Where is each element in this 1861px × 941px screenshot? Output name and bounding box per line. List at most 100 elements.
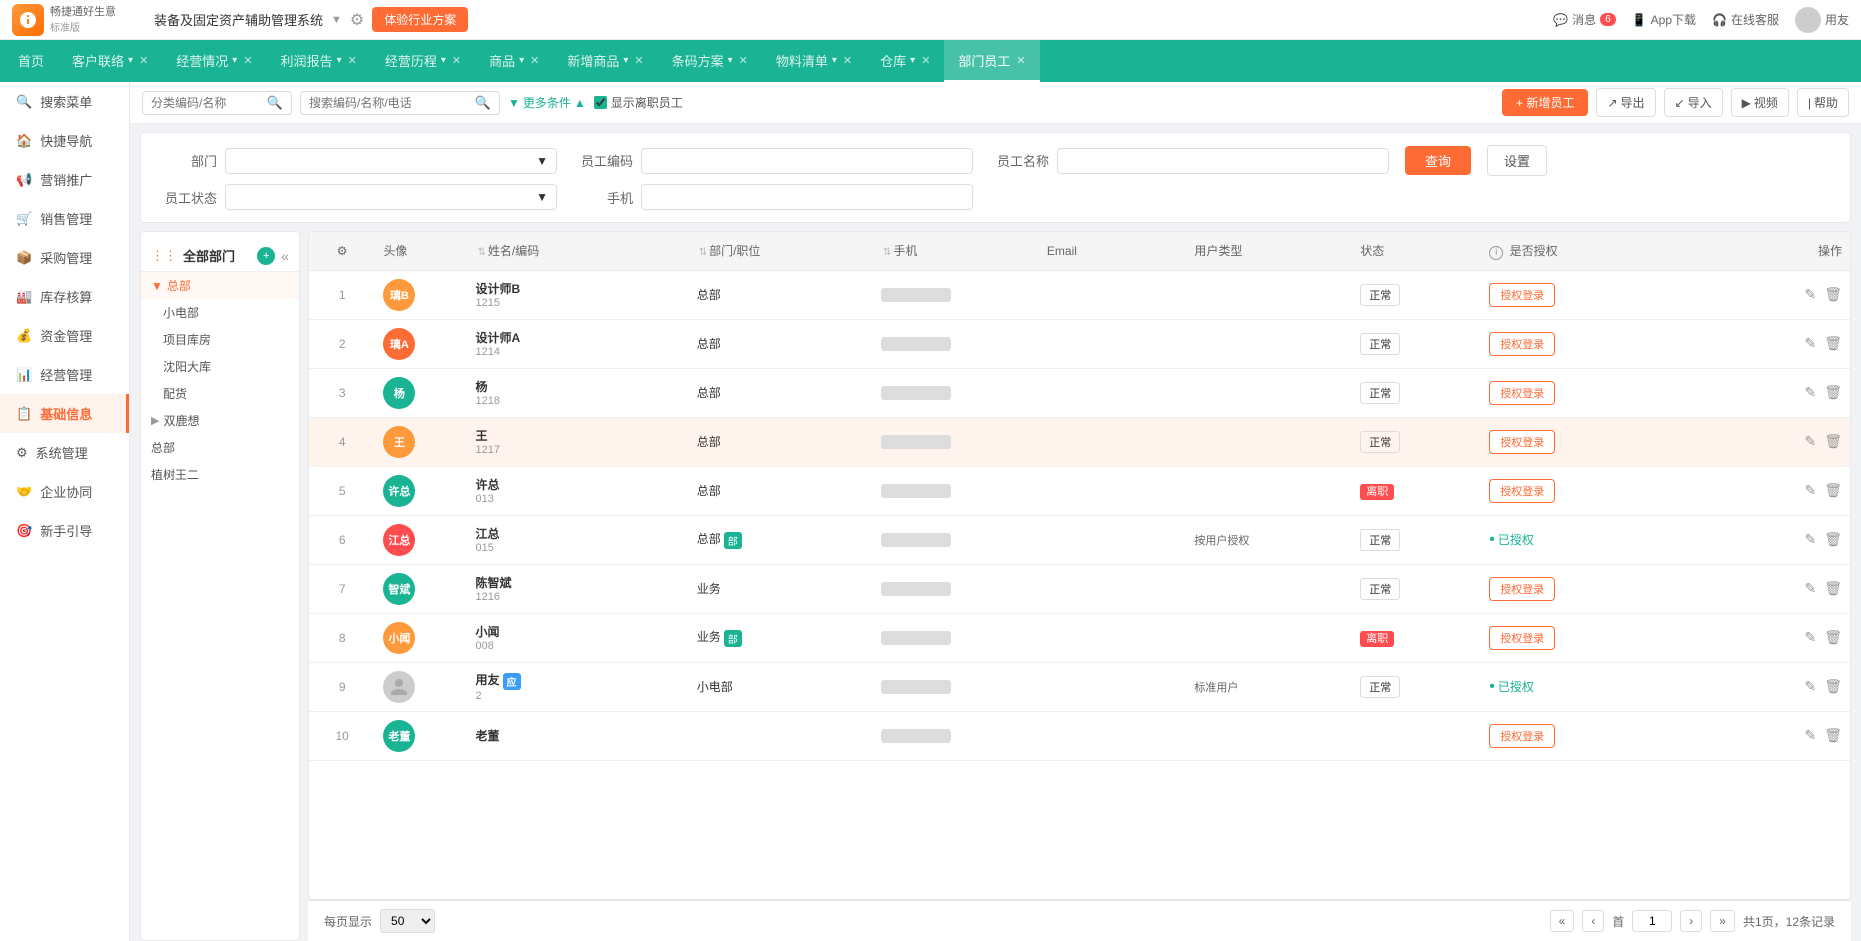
delete-icon[interactable]: 🗑 [1824,727,1842,744]
messages-button[interactable]: 💬 消息 6 [1553,11,1616,28]
close-tab-warehouse[interactable]: ✕ [921,54,930,67]
classify-search-box[interactable]: 🔍 [142,91,292,115]
sidebar-item-purchase[interactable]: 📦 采购管理 [0,238,129,277]
edit-icon[interactable]: ✎ [1804,678,1816,695]
dept-node-distribution[interactable]: 配货 [141,380,299,407]
dept-node-xiao-dian[interactable]: 小电部 [141,299,299,326]
close-tab-profit[interactable]: ✕ [348,54,357,67]
code-input[interactable] [641,148,973,174]
edit-icon[interactable]: ✎ [1804,629,1816,646]
app-download-button[interactable]: 📱 App下载 [1632,11,1696,28]
filter-settings-button[interactable]: 设置 [1487,145,1547,176]
sidebar-item-collab[interactable]: 🤝 企业协同 [0,472,129,511]
close-tab-journey[interactable]: ✕ [452,54,461,67]
dept-add-icon[interactable]: + [257,247,275,265]
last-page-button[interactable]: » [1710,910,1735,932]
prev-page-button[interactable]: ‹ [1582,910,1604,932]
sidebar-item-system[interactable]: ⚙ 系统管理 [0,433,129,472]
tab-customer[interactable]: 客户联络▾✕ [58,40,162,82]
per-page-select[interactable]: 50 100 [380,909,435,933]
tab-add-goods[interactable]: 新增商品▾✕ [553,40,657,82]
view-button[interactable]: ▶ 视频 [1731,88,1789,117]
phone-input[interactable] [641,184,973,210]
auth-button[interactable]: 授权登录 [1489,724,1555,748]
more-conditions-button[interactable]: ▼ 更多条件 ▲ [508,94,586,111]
delete-icon[interactable]: 🗑 [1824,629,1842,646]
sidebar-item-sales[interactable]: 🛒 销售管理 [0,199,129,238]
edit-icon[interactable]: ✎ [1804,531,1816,548]
tab-staff[interactable]: 部门员工✕ [944,40,1039,82]
edit-icon[interactable]: ✎ [1804,482,1816,499]
sidebar-item-basic-info[interactable]: 📋 基础信息 [0,394,129,433]
classify-input[interactable] [151,96,263,110]
dept-node-project[interactable]: 项目库房 [141,326,299,353]
query-button[interactable]: 查询 [1405,146,1471,175]
status-select[interactable]: ▼ [225,184,557,210]
auth-info-icon[interactable]: i [1489,246,1503,260]
settings-gear-icon[interactable]: ⚙ [350,10,364,30]
delete-icon[interactable]: 🗑 [1824,286,1842,303]
next-page-button[interactable]: › [1680,910,1702,932]
auth-button[interactable]: 授权登录 [1489,626,1555,650]
auth-button[interactable]: 授权登录 [1489,381,1555,405]
auth-button[interactable]: 授权登录 [1489,332,1555,356]
delete-icon[interactable]: 🗑 [1824,384,1842,401]
tab-journey[interactable]: 经营历程▾✕ [371,40,475,82]
first-page-button[interactable]: « [1550,910,1575,932]
edit-icon[interactable]: ✎ [1804,384,1816,401]
dept-node-double-deer[interactable]: ▶ 双鹿想 [141,407,299,434]
import-button[interactable]: ↙ 导入 [1664,88,1723,117]
th-name[interactable]: ⇅姓名/编码 [468,232,689,270]
dept-node-shenyang[interactable]: 沈阳大库 [141,353,299,380]
help-button[interactable]: | 帮助 [1797,88,1849,117]
show-resigned-input[interactable] [594,96,607,109]
tab-warehouse[interactable]: 仓库▾✕ [866,40,944,82]
online-service-button[interactable]: 🎧 在线客服 [1712,11,1779,28]
phone-search-box[interactable]: 🔍 [300,91,500,115]
add-employee-button[interactable]: + 新增员工 [1502,89,1588,116]
dept-node-plant-king[interactable]: 植树王二 [141,461,299,488]
trial-button[interactable]: 体验行业方案 [372,7,468,32]
sidebar-item-quick-nav[interactable]: 🏠 快捷导航 [0,121,129,160]
show-resigned-checkbox[interactable]: 显示离职员工 [594,94,683,111]
edit-icon[interactable]: ✎ [1804,286,1816,303]
th-settings[interactable]: ⚙ [309,232,375,270]
tab-bom[interactable]: 物料清单▾✕ [762,40,866,82]
delete-icon[interactable]: 🗑 [1824,335,1842,352]
auth-button[interactable]: 授权登录 [1489,430,1555,454]
close-tab-customer[interactable]: ✕ [139,54,148,67]
auth-button[interactable]: 授权登录 [1489,283,1555,307]
tab-goods[interactable]: 商品▾✕ [475,40,553,82]
delete-icon[interactable]: 🗑 [1824,531,1842,548]
user-avatar-button[interactable]: 用友 [1795,7,1849,33]
delete-icon[interactable]: 🗑 [1824,482,1842,499]
close-tab-add-goods[interactable]: ✕ [634,54,643,67]
delete-icon[interactable]: 🗑 [1824,580,1842,597]
system-dropdown-icon[interactable]: ▼ [331,14,342,26]
close-tab-staff[interactable]: ✕ [1016,54,1025,67]
tab-operation[interactable]: 经营情况▾✕ [162,40,266,82]
phone-search-input[interactable] [309,96,471,110]
close-tab-goods[interactable]: ✕ [530,54,539,67]
edit-icon[interactable]: ✎ [1804,335,1816,352]
export-button[interactable]: ↗ 导出 [1596,88,1655,117]
th-dept[interactable]: ⇅部门/职位 [689,232,873,270]
sidebar-item-finance[interactable]: 💰 资金管理 [0,316,129,355]
edit-icon[interactable]: ✎ [1804,433,1816,450]
tab-barcode[interactable]: 条码方案▾✕ [658,40,762,82]
dept-node-hq-main[interactable]: ▼ 总部 [141,272,299,299]
close-tab-operation[interactable]: ✕ [243,54,252,67]
sidebar-item-inventory[interactable]: 🏭 库存核算 [0,277,129,316]
delete-icon[interactable]: 🗑 [1824,678,1842,695]
auth-button[interactable]: 授权登录 [1489,479,1555,503]
dept-select[interactable]: ▼ [225,148,557,174]
page-number-input[interactable] [1632,910,1672,932]
dept-node-hq2[interactable]: 总部 [141,434,299,461]
sidebar-item-guide[interactable]: 🎯 新手引导 [0,511,129,550]
close-tab-bom[interactable]: ✕ [843,54,852,67]
tab-profit[interactable]: 利润报告▾✕ [267,40,371,82]
auth-button[interactable]: 授权登录 [1489,577,1555,601]
sidebar-item-management[interactable]: 📊 经营管理 [0,355,129,394]
delete-icon[interactable]: 🗑 [1824,433,1842,450]
edit-icon[interactable]: ✎ [1804,580,1816,597]
